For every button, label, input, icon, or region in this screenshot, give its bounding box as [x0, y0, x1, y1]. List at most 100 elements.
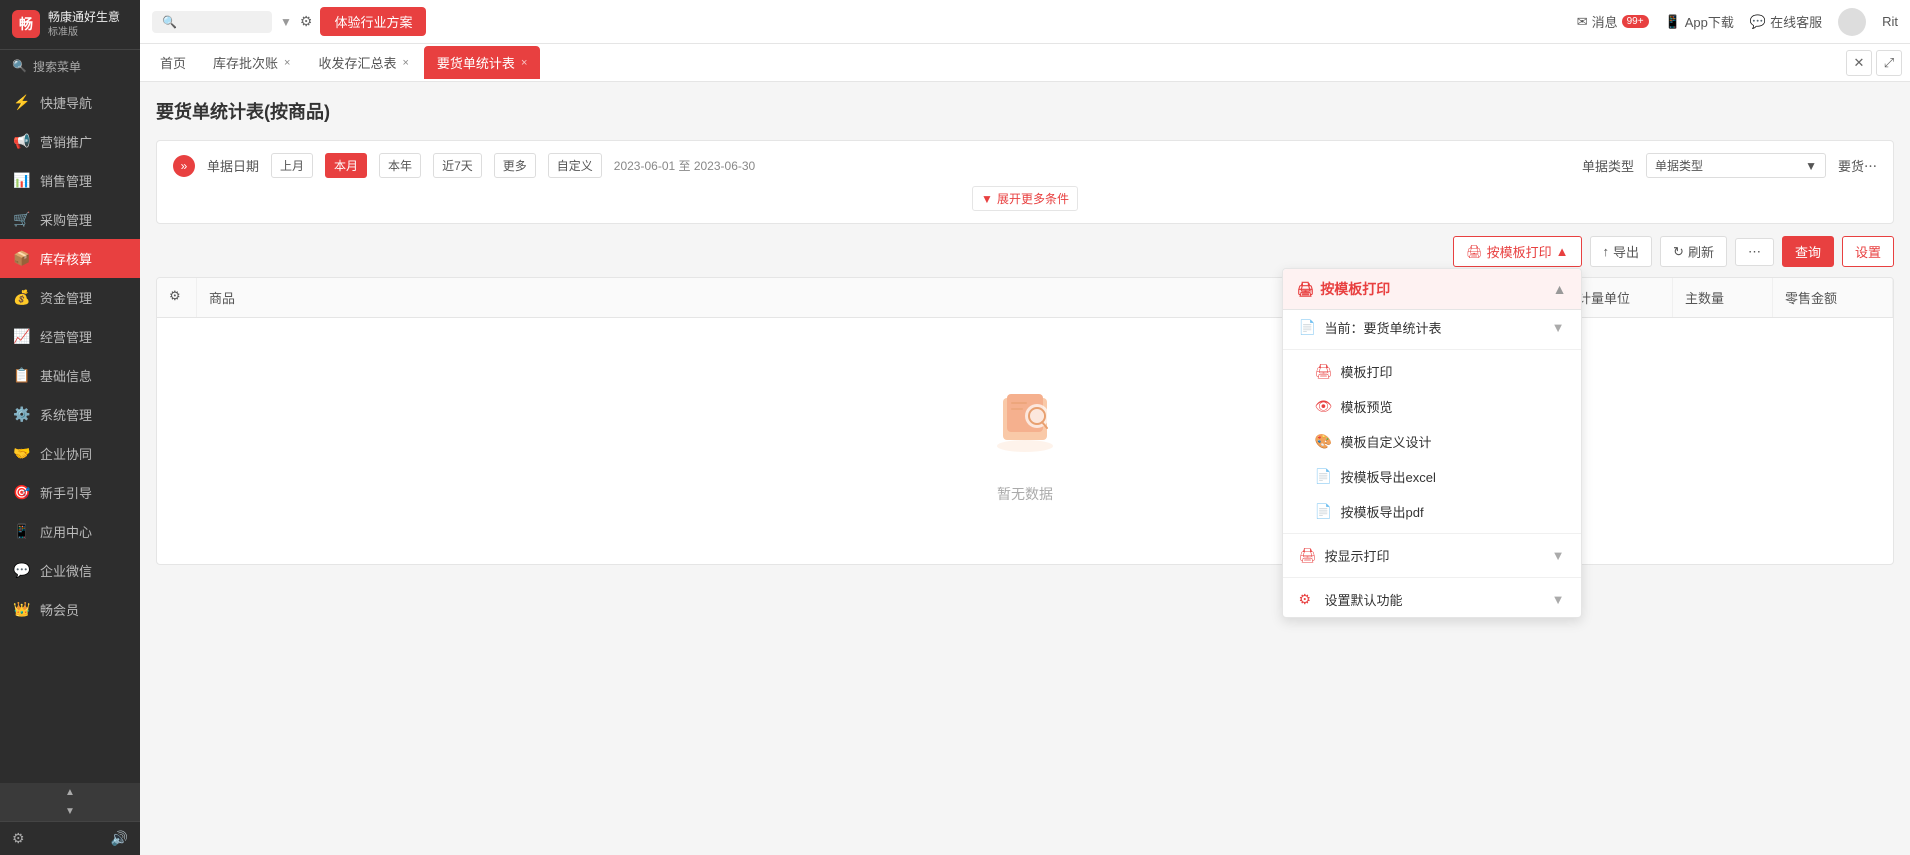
- sidebar-item-quick-nav[interactable]: ⚡ 快捷导航: [0, 83, 140, 122]
- current-template-arrow: ▼: [1552, 320, 1565, 335]
- basic-icon: 📋: [12, 367, 32, 384]
- date-btn-this-month[interactable]: 本月: [325, 153, 367, 178]
- date-btn-last-month[interactable]: 上月: [271, 153, 313, 178]
- template-icon: 📄: [1299, 319, 1315, 336]
- messages-btn[interactable]: ✉ 消息 99+: [1577, 12, 1649, 31]
- service-icon: 💬: [1750, 14, 1766, 30]
- sidebar-item-system[interactable]: ⚙️ 系统管理: [0, 395, 140, 434]
- topbar-dropdown-arrow[interactable]: ▼: [280, 15, 292, 29]
- sidebar-item-label: 系统管理: [40, 405, 92, 424]
- set-default-icon: ⚙: [1299, 591, 1315, 608]
- type-select-text: 单据类型: [1655, 157, 1703, 174]
- date-btn-custom[interactable]: 自定义: [548, 153, 602, 178]
- sidebar-item-basic[interactable]: 📋 基础信息: [0, 356, 140, 395]
- tab-close-order[interactable]: ×: [521, 57, 527, 69]
- sidebar-item-member[interactable]: 👑 畅会员: [0, 590, 140, 629]
- date-btn-this-year[interactable]: 本年: [379, 153, 421, 178]
- more-btn[interactable]: ⋯: [1735, 238, 1774, 266]
- excel-icon: 📄: [1315, 468, 1331, 485]
- date-btn-more[interactable]: 更多: [494, 153, 536, 178]
- query-btn[interactable]: 查询: [1782, 236, 1834, 267]
- template-export-pdf-item[interactable]: 📄 按模板导出pdf: [1283, 494, 1581, 529]
- sidebar-item-marketing[interactable]: 📢 营销推广: [0, 122, 140, 161]
- set-default-arrow: ▼: [1552, 592, 1565, 607]
- sidebar-item-guide[interactable]: 🎯 新手引导: [0, 473, 140, 512]
- online-service-label: 在线客服: [1770, 12, 1822, 31]
- content-area: 要货单统计表(按商品) » 单据日期 上月 本月 本年 近7天 更多 自定义 2…: [140, 82, 1910, 855]
- print-btn-container: 🖨 按模板打印 ▲ 🖨 按模板打印 ▲ 📄: [1453, 236, 1581, 267]
- sidebar-item-purchase[interactable]: 🛒 采购管理: [0, 200, 140, 239]
- template-export-excel-item[interactable]: 📄 按模板导出excel: [1283, 459, 1581, 494]
- settings-btn[interactable]: 设置: [1842, 236, 1894, 267]
- table-col-gear[interactable]: ⚙: [157, 278, 197, 317]
- sidebar-item-label: 采购管理: [40, 210, 92, 229]
- pdf-icon: 📄: [1315, 503, 1331, 520]
- online-service-btn[interactable]: 💬 在线客服: [1750, 12, 1822, 31]
- display-print-label: 按显示打印: [1325, 546, 1390, 565]
- sidebar-search[interactable]: 🔍 搜索菜单: [0, 50, 140, 83]
- select-arrow-icon: ▼: [1805, 159, 1817, 173]
- set-default-item[interactable]: ⚙ 设置默认功能 ▼: [1283, 582, 1581, 617]
- sidebar-settings-btn[interactable]: ⚙: [12, 830, 25, 847]
- template-preview-icon: 👁: [1315, 398, 1331, 415]
- sidebar-item-label: 营销推广: [40, 132, 92, 151]
- tab-batch-account[interactable]: 库存批次账 ×: [200, 46, 303, 79]
- print-title-icon: 🖨: [1297, 281, 1315, 298]
- refresh-btn[interactable]: ↻ 刷新: [1660, 236, 1727, 267]
- sidebar-audio-btn[interactable]: 🔊: [111, 830, 128, 847]
- filter-expand-btn[interactable]: »: [173, 155, 195, 177]
- purchase-icon: 🛒: [12, 211, 32, 228]
- system-icon: ⚙️: [12, 406, 32, 423]
- type-filter-select[interactable]: 单据类型 ▼: [1646, 153, 1826, 178]
- expand-icon: ▼: [981, 192, 993, 206]
- sidebar-item-sales[interactable]: 📊 销售管理: [0, 161, 140, 200]
- print-dropdown-title: 🖨 按模板打印: [1297, 279, 1391, 299]
- print-dropdown-header: 🖨 按模板打印 ▲: [1283, 269, 1581, 310]
- sidebar-item-operation[interactable]: 📈 经营管理: [0, 317, 140, 356]
- sidebar-item-collab[interactable]: 🤝 企业协同: [0, 434, 140, 473]
- sidebar-item-wechat[interactable]: 💬 企业微信: [0, 551, 140, 590]
- tab-close-receipt[interactable]: ×: [402, 57, 408, 69]
- sidebar-item-appstore[interactable]: 📱 应用中心: [0, 512, 140, 551]
- tab-order-summary[interactable]: 要货单统计表 ×: [424, 46, 540, 79]
- type-filter-label: 单据类型: [1582, 156, 1634, 175]
- topbar-search-box[interactable]: 🔍: [152, 11, 272, 33]
- user-avatar[interactable]: [1838, 8, 1866, 36]
- topbar-gear-icon[interactable]: ⚙: [300, 13, 313, 30]
- marketing-icon: 📢: [12, 133, 32, 150]
- date-range-text: 2023-06-01 至 2023-06-30: [614, 157, 755, 174]
- sidebar: 畅 畅康通好生意 标准版 🔍 搜索菜单 ⚡ 快捷导航 📢 营销推广 📊 销售管理…: [0, 0, 140, 855]
- tab-expand-btn[interactable]: ⤢: [1876, 50, 1902, 76]
- tab-close-all-btn[interactable]: ✕: [1846, 50, 1872, 76]
- template-preview-item[interactable]: 👁 模板预览: [1283, 389, 1581, 424]
- sidebar-item-finance[interactable]: 💰 资金管理: [0, 278, 140, 317]
- print-template-btn[interactable]: 🖨 按模板打印 ▲: [1453, 236, 1581, 267]
- display-print-item[interactable]: 🖨 按显示打印 ▼: [1283, 538, 1581, 573]
- template-print-item[interactable]: 🖨 模板打印: [1283, 354, 1581, 389]
- page-title: 要货单统计表(按商品): [156, 98, 1894, 124]
- tab-close-batch[interactable]: ×: [284, 57, 290, 69]
- template-design-item[interactable]: 🎨 模板自定义设计: [1283, 424, 1581, 459]
- expand-more-btn[interactable]: ▼ 展开更多条件: [972, 186, 1078, 211]
- sidebar-item-label: 资金管理: [40, 288, 92, 307]
- message-icon: ✉: [1577, 14, 1588, 30]
- sidebar-item-label: 销售管理: [40, 171, 92, 190]
- sidebar-item-inventory[interactable]: 📦 库存核算: [0, 239, 140, 278]
- template-export-excel-label: 按模板导出excel: [1341, 467, 1436, 486]
- date-btn-7days[interactable]: 近7天: [433, 153, 482, 178]
- user-name: Rit: [1882, 14, 1898, 29]
- print-dropdown-close[interactable]: ▲: [1553, 281, 1567, 297]
- trial-btn[interactable]: 体验行业方案: [320, 7, 426, 36]
- app-download-btn[interactable]: 📱 App下载: [1665, 12, 1734, 31]
- template-print-label: 模板打印: [1341, 362, 1393, 381]
- topbar-right: ✉ 消息 99+ 📱 App下载 💬 在线客服 Rit: [1577, 8, 1898, 36]
- current-template-item[interactable]: 📄 当前：要货单统计表 ▼: [1283, 310, 1581, 345]
- tab-receipt-summary[interactable]: 收发存汇总表 ×: [305, 46, 421, 79]
- export-btn[interactable]: ↑ 导出: [1590, 236, 1653, 267]
- tab-home[interactable]: 首页: [148, 47, 198, 78]
- tab-label: 要货单统计表: [437, 53, 515, 72]
- display-print-arrow: ▼: [1552, 548, 1565, 563]
- sidebar-scroll-down[interactable]: ▼: [0, 802, 140, 821]
- empty-state: 暂无数据: [157, 318, 1893, 564]
- sidebar-scroll-up[interactable]: ▲: [0, 783, 140, 802]
